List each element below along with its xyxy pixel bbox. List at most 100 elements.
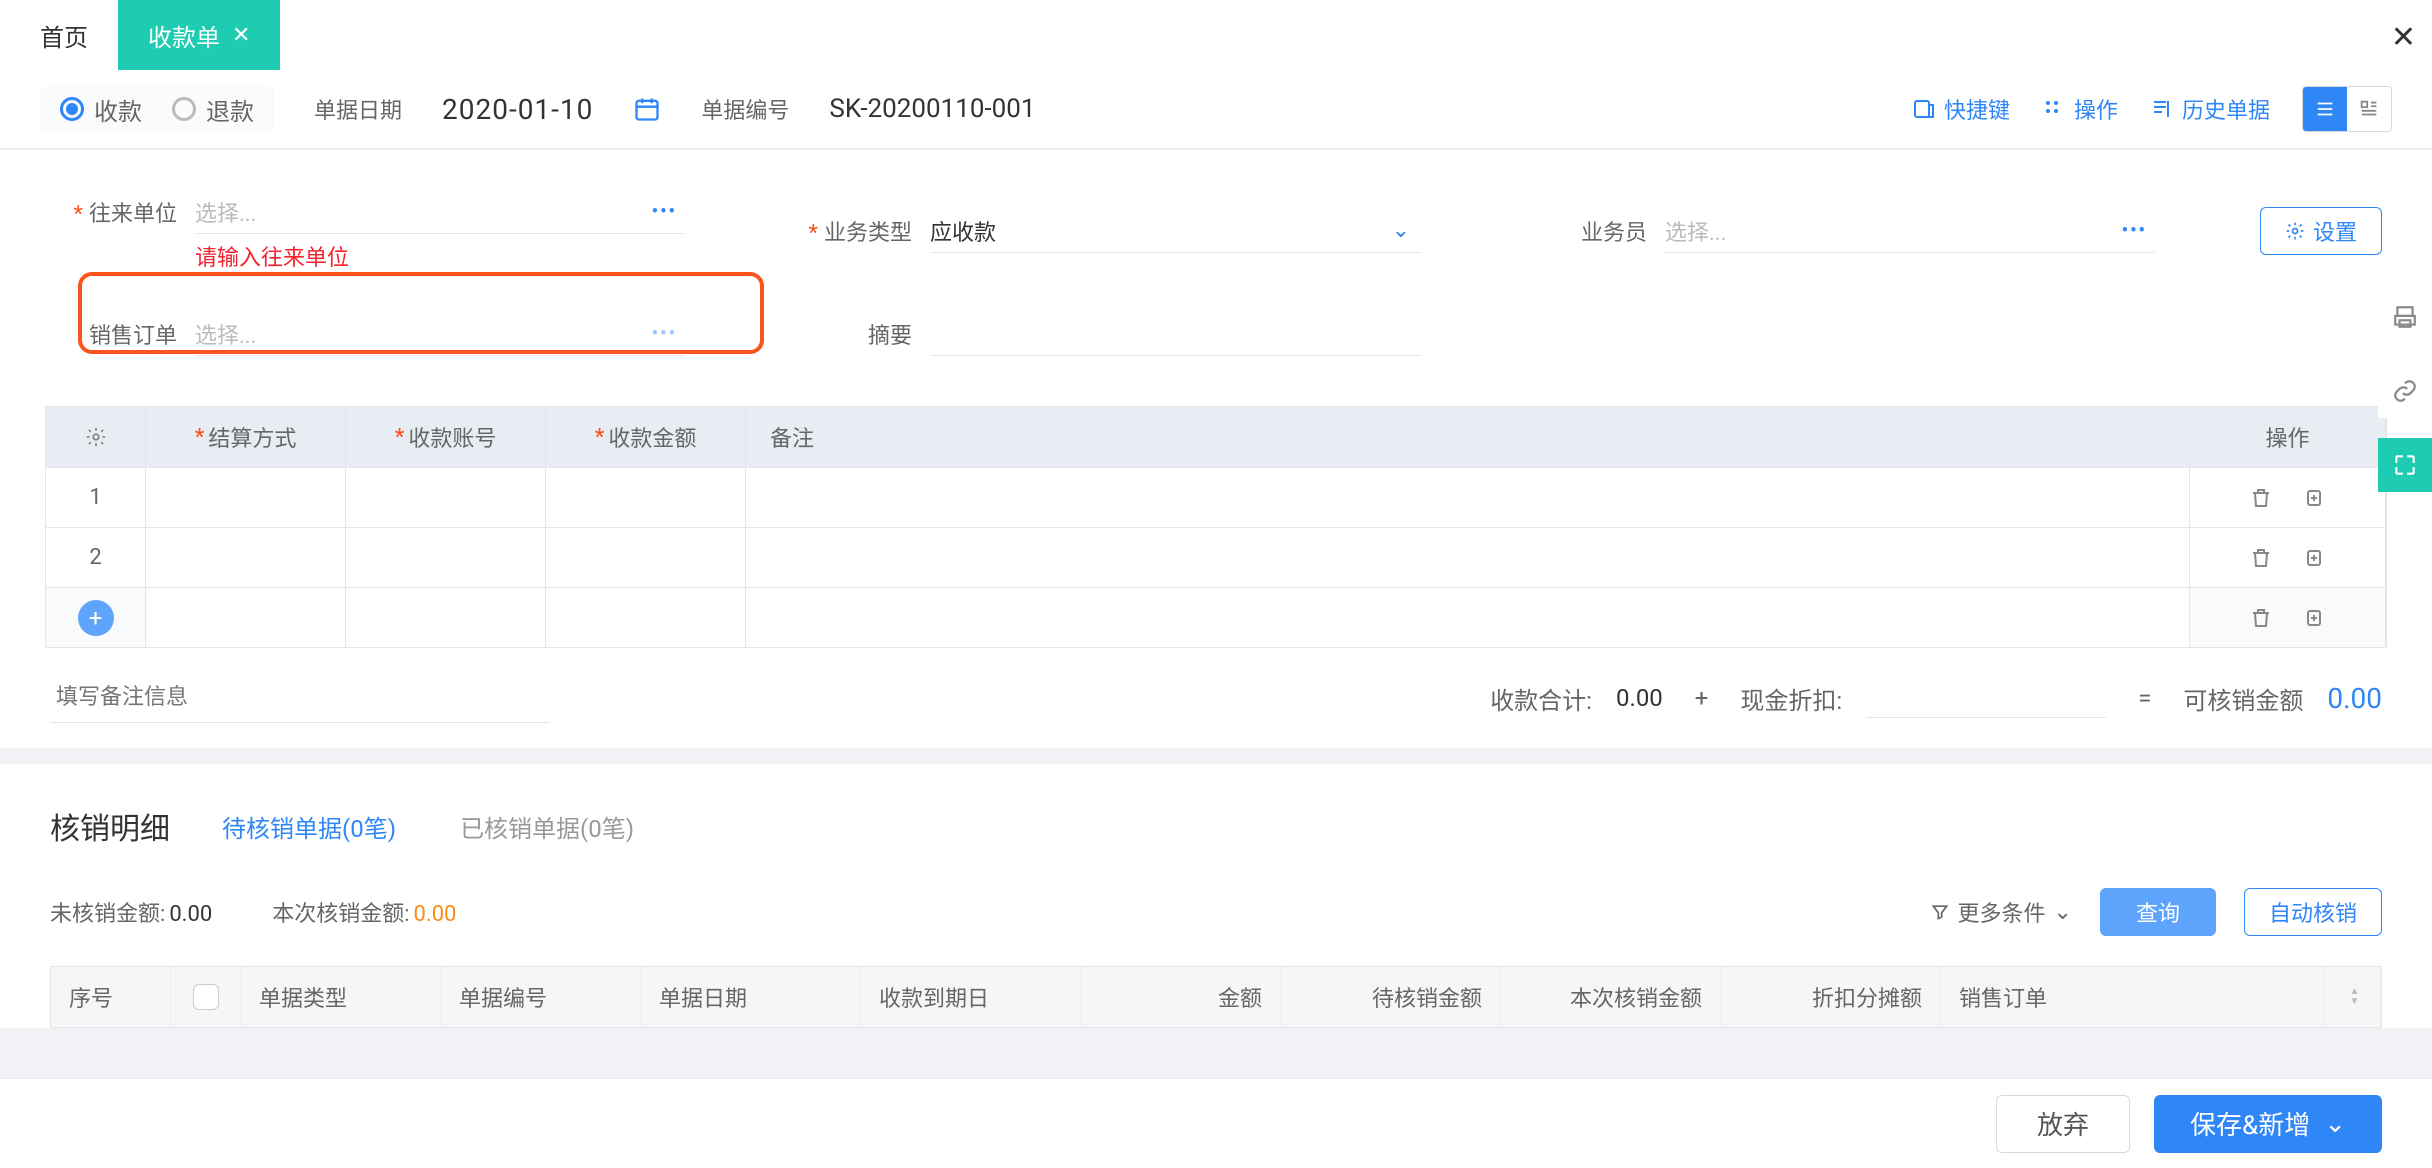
radio-receive[interactable]: 收款 xyxy=(60,92,142,127)
operate-label: 操作 xyxy=(2074,93,2118,125)
close-icon[interactable]: ✕ xyxy=(232,23,250,48)
radio-refund[interactable]: 退款 xyxy=(172,92,254,127)
footer-bar: 放弃 保存&新增 ⌄ xyxy=(0,1078,2432,1168)
action-cell xyxy=(2190,588,2386,647)
add-row-button[interactable]: + xyxy=(78,600,114,636)
duedate-header[interactable]: 收款到期日 xyxy=(861,967,1081,1027)
action-cell xyxy=(2190,468,2386,527)
order-field: 销售订单 选择... ••• xyxy=(50,312,685,356)
date-value[interactable]: 2020-01-10 xyxy=(442,93,593,126)
tab-receipt-label: 收款单 xyxy=(148,18,220,53)
note-cell[interactable] xyxy=(746,468,2190,527)
tab-done[interactable]: 已核销单据(0笔) xyxy=(448,805,646,848)
action-header: 操作 xyxy=(2190,407,2386,467)
history-label: 历史单据 xyxy=(2182,93,2270,125)
netable-value: 0.00 xyxy=(2327,682,2382,715)
settle-cell[interactable] xyxy=(146,528,346,587)
alloc-header[interactable]: 折扣分摊额 xyxy=(1721,967,1941,1027)
remarks-input[interactable] xyxy=(50,673,550,723)
copy-icon[interactable] xyxy=(2303,486,2327,510)
thisw-header[interactable]: 本次核销金额 xyxy=(1501,967,1721,1027)
more-icon[interactable]: ••• xyxy=(652,323,677,344)
gear-icon xyxy=(85,426,107,448)
rail-print-icon[interactable] xyxy=(2378,290,2432,344)
discount-input[interactable] xyxy=(1866,678,2106,718)
biztype-label: 业务类型 xyxy=(785,209,930,247)
total-label: 收款合计: xyxy=(1490,681,1592,716)
note-cell[interactable] xyxy=(746,588,2190,647)
table-row: 1 xyxy=(46,467,2386,527)
trash-icon[interactable] xyxy=(2249,606,2273,630)
amt-cell[interactable] xyxy=(546,468,746,527)
sales-placeholder: 选择... xyxy=(1665,215,1726,247)
payment-lines-table: *结算方式 *收款账号 *收款金额 备注 操作 1 2 + xyxy=(45,406,2387,648)
history-button[interactable]: 历史单据 xyxy=(2150,93,2270,125)
shortcut-button[interactable]: 快捷键 xyxy=(1912,93,2010,125)
code-header[interactable]: 单据编号 xyxy=(441,967,641,1027)
save-new-button[interactable]: 保存&新增 ⌄ xyxy=(2154,1095,2382,1153)
date-label: 单据日期 xyxy=(314,93,402,125)
query-button[interactable]: 查询 xyxy=(2100,888,2216,936)
more-filter-button[interactable]: 更多条件 ⌄ xyxy=(1930,896,2072,928)
idx-header: 序号 xyxy=(51,967,171,1027)
order-select[interactable]: 选择... ••• xyxy=(195,312,685,356)
order-placeholder: 选择... xyxy=(195,318,256,350)
settings-button[interactable]: 设置 xyxy=(2260,207,2382,255)
toolbar: 收款 退款 单据日期 2020-01-10 单据编号 SK-20200110-0… xyxy=(0,70,2432,150)
date-header[interactable]: 单据日期 xyxy=(641,967,861,1027)
auto-writeoff-button[interactable]: 自动核销 xyxy=(2244,888,2382,936)
operate-button[interactable]: 操作 xyxy=(2042,93,2118,125)
acct-cell[interactable] xyxy=(346,588,546,647)
cancel-button[interactable]: 放弃 xyxy=(1996,1095,2130,1153)
tab-bar: 首页 收款单 ✕ ✕ xyxy=(0,0,2432,70)
more-filter-label: 更多条件 xyxy=(1958,896,2046,928)
receipt-type-radio-group: 收款 退款 xyxy=(40,86,274,133)
order-header[interactable]: 销售订单 xyxy=(1941,967,2325,1027)
select-all-checkbox[interactable] xyxy=(193,984,219,1010)
table-header-row: 序号 单据类型 单据编号 单据日期 收款到期日 金额 待核销金额 本次核销金额 … xyxy=(51,967,2381,1027)
amt-header[interactable]: 金额 xyxy=(1081,967,1281,1027)
rail-link-icon[interactable] xyxy=(2378,364,2432,418)
thiswrite-label: 本次核销金额: xyxy=(272,902,409,927)
biztype-select[interactable]: 应收款 ⌄ xyxy=(930,209,1420,253)
pend-header[interactable]: 待核销金额 xyxy=(1281,967,1501,1027)
summary-label: 摘要 xyxy=(785,312,930,350)
tab-receipt[interactable]: 收款单 ✕ xyxy=(118,0,280,70)
window-close-icon[interactable]: ✕ xyxy=(2391,20,2416,55)
tab-pending[interactable]: 待核销单据(0笔) xyxy=(210,805,408,848)
type-header[interactable]: 单据类型 xyxy=(241,967,441,1027)
trash-icon[interactable] xyxy=(2249,486,2273,510)
view-list-button[interactable] xyxy=(2303,87,2347,131)
tab-home[interactable]: 首页 xyxy=(10,0,118,70)
summary-row: 收款合计: 0.00 + 现金折扣: = 可核销金额 0.00 xyxy=(50,668,2382,728)
more-icon[interactable]: ••• xyxy=(2122,220,2147,241)
calendar-icon[interactable] xyxy=(633,95,661,123)
side-rail xyxy=(2378,290,2432,492)
sort-header[interactable]: ▲▼ xyxy=(2325,967,2381,1027)
amt-cell[interactable] xyxy=(546,588,746,647)
table-header-row: *结算方式 *收款账号 *收款金额 备注 操作 xyxy=(46,407,2386,467)
unwritten-label: 未核销金额: xyxy=(50,902,165,927)
settle-cell[interactable] xyxy=(146,468,346,527)
acct-cell[interactable] xyxy=(346,528,546,587)
rail-expand-icon[interactable] xyxy=(2378,438,2432,492)
order-label: 销售订单 xyxy=(50,312,195,350)
copy-icon[interactable] xyxy=(2303,606,2327,630)
view-detail-button[interactable] xyxy=(2347,87,2391,131)
sales-field: 业务员 选择... ••• xyxy=(1520,209,2155,253)
biztype-value: 应收款 xyxy=(930,215,996,247)
row-index: 2 xyxy=(46,528,146,587)
more-icon[interactable]: ••• xyxy=(652,201,677,222)
config-header[interactable] xyxy=(46,407,146,467)
acct-cell[interactable] xyxy=(346,468,546,527)
amt-cell[interactable] xyxy=(546,528,746,587)
summary-input[interactable] xyxy=(930,312,1420,356)
trash-icon[interactable] xyxy=(2249,546,2273,570)
copy-icon[interactable] xyxy=(2303,546,2327,570)
settle-cell[interactable] xyxy=(146,588,346,647)
note-cell[interactable] xyxy=(746,528,2190,587)
radio-icon xyxy=(60,97,84,121)
sales-select[interactable]: 选择... ••• xyxy=(1665,209,2155,253)
section-header: 核销明细 待核销单据(0笔) 已核销单据(0笔) xyxy=(50,804,2382,848)
customer-select[interactable]: 选择... ••• xyxy=(195,190,685,234)
